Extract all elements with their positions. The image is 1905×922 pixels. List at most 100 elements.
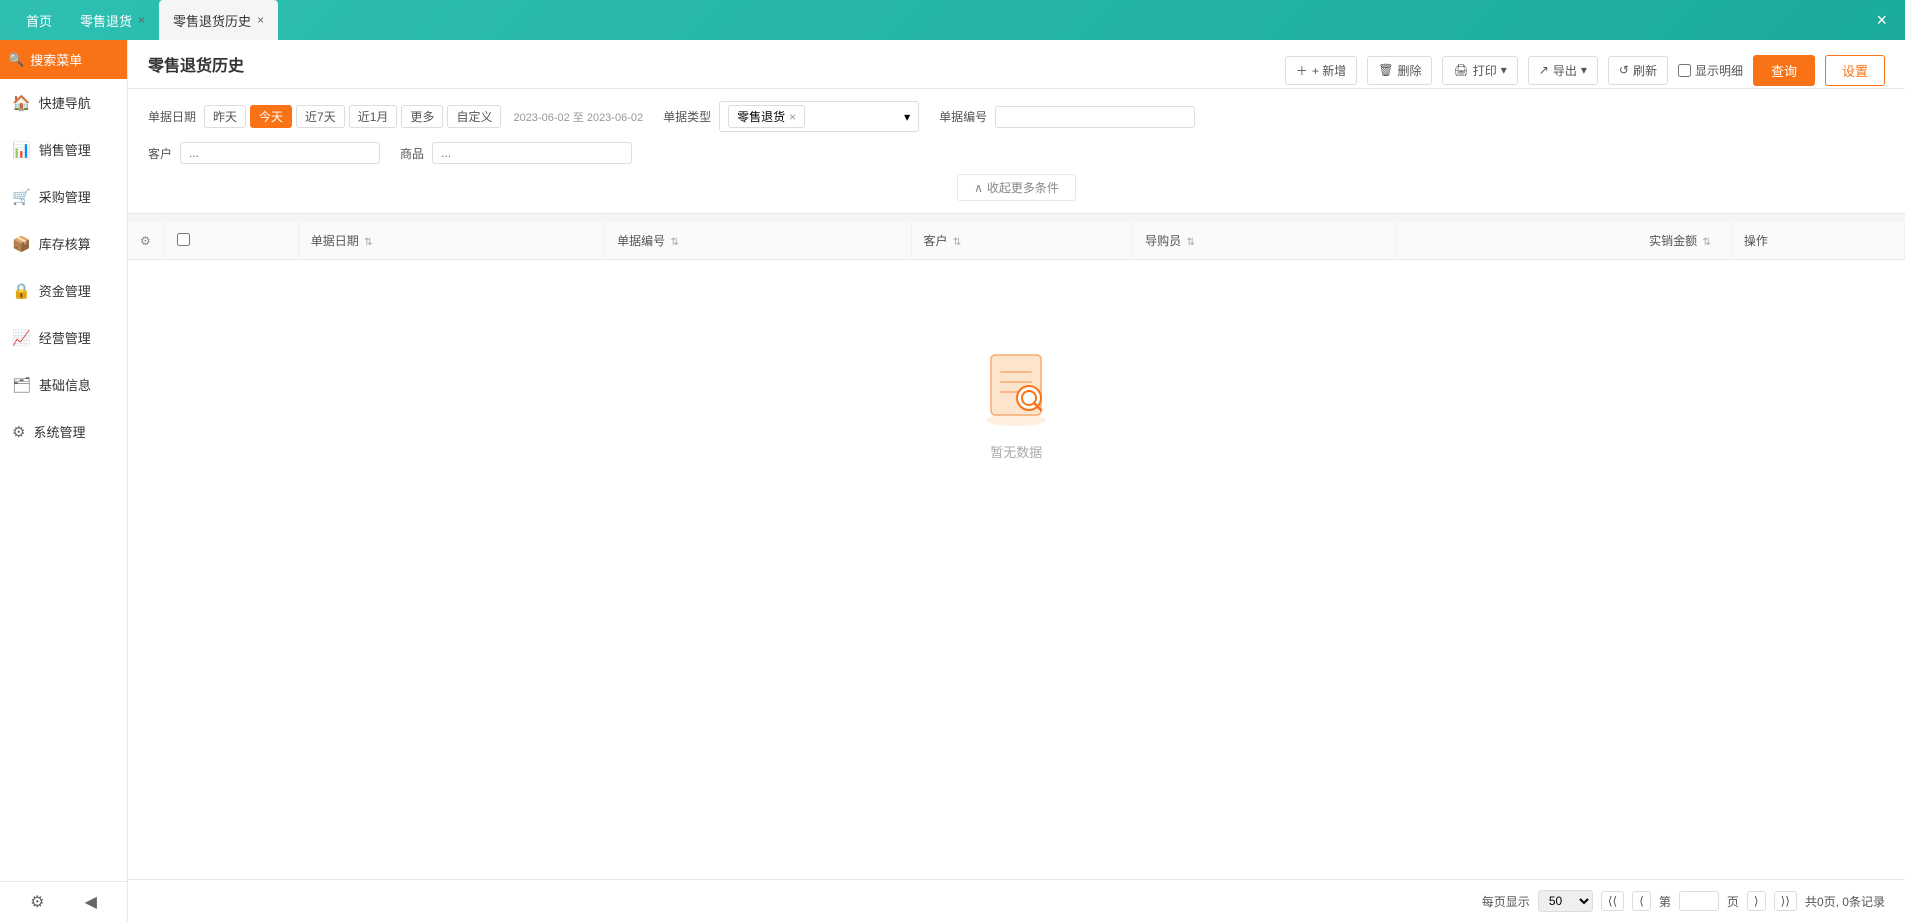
sales-icon: 📊: [12, 141, 31, 159]
sidebar-item-home[interactable]: 🏠 快捷导航: [0, 79, 127, 126]
table-col-number: 单据编号 ⇅: [605, 222, 911, 260]
sidebar-item-system-label: 系统管理: [33, 422, 85, 441]
print-icon: 🖨: [1453, 63, 1468, 77]
doctype-tag-label: 零售退货: [737, 108, 785, 125]
filter-docnum-section: 单据编号: [939, 106, 1195, 128]
date-filter-label: 单据日期: [148, 108, 196, 125]
pagination-bar: 每页显示 20 50 100 ⟨⟨ ⟨ 第 1 页 ⟩ ⟩⟩ 共0页, 0条记录: [128, 879, 1905, 922]
filter-goods-section: 商品: [400, 142, 632, 164]
add-button[interactable]: ＋ + 新增: [1285, 56, 1357, 85]
goods-input[interactable]: [432, 142, 632, 164]
refresh-button[interactable]: ↺ 刷新: [1608, 56, 1668, 85]
add-label: + 新增: [1312, 62, 1346, 79]
tab-home[interactable]: 首页: [12, 0, 66, 40]
date-btn-more[interactable]: 更多: [401, 105, 443, 128]
sidebar-item-system[interactable]: ⚙ 系统管理: [0, 408, 127, 455]
tab-retail-return-history[interactable]: 零售退货历史 ×: [159, 0, 278, 40]
header-actions: ＋ + 新增 🗑 删除 🖨 打印 ▾ ↗ 导出 ▾: [1285, 55, 1885, 86]
table-body: 暂无数据: [128, 260, 1905, 542]
print-chevron-icon: ▾: [1501, 63, 1507, 77]
per-page-select[interactable]: 20 50 100: [1538, 890, 1593, 912]
collapse-filter-button[interactable]: ∧ 收起更多条件: [957, 174, 1076, 201]
delete-button[interactable]: 🗑 删除: [1367, 56, 1432, 85]
table-col-customer: 客户 ⇅: [911, 222, 1133, 260]
purchase-icon: 🛒: [12, 188, 31, 206]
settings-footer-button[interactable]: ⚙: [30, 892, 44, 912]
setting-button[interactable]: 设置: [1825, 55, 1885, 86]
doctype-tag-remove[interactable]: ×: [789, 110, 796, 124]
sidebar-search[interactable]: 🔍 搜索菜单: [0, 40, 127, 79]
page-label-suffix: 页: [1727, 893, 1739, 910]
filter-row-2: 客户 商品: [148, 142, 1885, 164]
window-close-button[interactable]: ×: [1870, 10, 1893, 31]
delete-label: 删除: [1397, 62, 1421, 79]
page-next-button[interactable]: ⟩: [1747, 891, 1766, 911]
date-btn-1month[interactable]: 近1月: [349, 105, 398, 128]
doctype-select[interactable]: 零售退货 × ▾: [719, 101, 919, 132]
filter-doctype-section: 单据类型 零售退货 × ▾: [663, 101, 919, 132]
export-chevron-icon: ▾: [1581, 63, 1587, 77]
inventory-icon: 📦: [12, 235, 31, 253]
table-col-checkbox: [164, 222, 298, 260]
sidebar-item-operations-label: 经营管理: [39, 328, 91, 347]
display-detail-checkbox[interactable]: [1678, 64, 1691, 77]
operations-icon: 📈: [12, 329, 31, 347]
print-label: 打印: [1473, 62, 1497, 79]
page-last-button[interactable]: ⟩⟩: [1774, 891, 1797, 911]
sidebar-item-home-label: 快捷导航: [39, 93, 91, 112]
add-icon: ＋: [1296, 62, 1308, 79]
sidebar-item-inventory[interactable]: 📦 库存核算: [0, 220, 127, 267]
export-button[interactable]: ↗ 导出 ▾: [1528, 56, 1598, 85]
collapse-icon: ∧: [974, 181, 983, 195]
amount-sort-icon[interactable]: ⇅: [1702, 237, 1710, 248]
sidebar-item-sales[interactable]: 📊 销售管理: [0, 126, 127, 173]
finance-icon: 🔒: [12, 282, 31, 300]
doctype-tag: 零售退货 ×: [728, 105, 805, 128]
number-sort-icon[interactable]: ⇅: [670, 237, 678, 248]
date-btn-today[interactable]: 今天: [250, 105, 292, 128]
sidebar-item-finance[interactable]: 🔒 资金管理: [0, 267, 127, 314]
content-area: 零售退货历史 ＋ + 新增 🗑 删除 🖨 打印 ▾ ↗ 导出: [128, 40, 1905, 922]
filter-customer-section: 客户: [148, 142, 380, 164]
sidebar: 🔍 搜索菜单 🏠 快捷导航 📊 销售管理 🛒 采购管理 📦 库存核算 🔒 资金管…: [0, 40, 128, 922]
sidebar-item-basic-info[interactable]: 🗂 基础信息: [0, 361, 127, 408]
sidebar-item-purchase[interactable]: 🛒 采购管理: [0, 173, 127, 220]
tab-retail-return[interactable]: 零售退货 ×: [66, 0, 159, 40]
table-settings-icon[interactable]: ⚙: [140, 234, 151, 248]
date-btn-7days[interactable]: 近7天: [296, 105, 345, 128]
data-table: ⚙ 单据日期 ⇅ 单据编号 ⇅: [128, 222, 1905, 541]
sidebar-item-sales-label: 销售管理: [39, 140, 91, 159]
date-sort-icon[interactable]: ⇅: [364, 237, 372, 248]
tab-retail-return-history-label: 零售退货历史: [173, 11, 251, 30]
docnum-input[interactable]: [995, 106, 1195, 128]
customer-filter-label: 客户: [148, 145, 172, 162]
page-prev-button[interactable]: ⟨: [1632, 891, 1651, 911]
goods-filter-label: 商品: [400, 145, 424, 162]
date-btn-yesterday[interactable]: 昨天: [204, 105, 246, 128]
search-icon: 🔍: [8, 52, 24, 68]
export-icon: ↗: [1539, 63, 1549, 77]
collapse-sidebar-button[interactable]: ◀: [85, 892, 97, 912]
table-col-amount: 实销金额 ⇅: [1397, 222, 1732, 260]
sidebar-item-operations[interactable]: 📈 经营管理: [0, 314, 127, 361]
refresh-icon: ↺: [1619, 63, 1629, 77]
refresh-label: 刷新: [1633, 62, 1657, 79]
filter-date-section: 单据日期 昨天 今天 近7天 近1月 更多 自定义 2023-06-02 至 2…: [148, 105, 643, 128]
print-button[interactable]: 🖨 打印 ▾: [1442, 56, 1517, 85]
page-number-input[interactable]: 1: [1679, 891, 1719, 911]
page-first-button[interactable]: ⟨⟨: [1601, 891, 1624, 911]
sidebar-search-label: 搜索菜单: [30, 50, 82, 69]
empty-illustration: [971, 340, 1061, 430]
customer-sort-icon[interactable]: ⇅: [953, 237, 961, 248]
query-button[interactable]: 查询: [1753, 55, 1815, 86]
tab-retail-return-close[interactable]: ×: [138, 13, 145, 27]
table-select-all-checkbox[interactable]: [177, 233, 190, 246]
tab-retail-return-history-close[interactable]: ×: [257, 13, 264, 27]
display-detail-toggle: 显示明细: [1678, 62, 1743, 79]
date-btn-custom[interactable]: 自定义: [447, 105, 501, 128]
system-icon: ⚙: [12, 423, 25, 441]
guide-sort-icon[interactable]: ⇅: [1187, 237, 1195, 248]
total-info: 共0页, 0条记录: [1805, 893, 1885, 910]
customer-input[interactable]: [180, 142, 380, 164]
filter-area: 单据日期 昨天 今天 近7天 近1月 更多 自定义 2023-06-02 至 2…: [128, 89, 1905, 214]
